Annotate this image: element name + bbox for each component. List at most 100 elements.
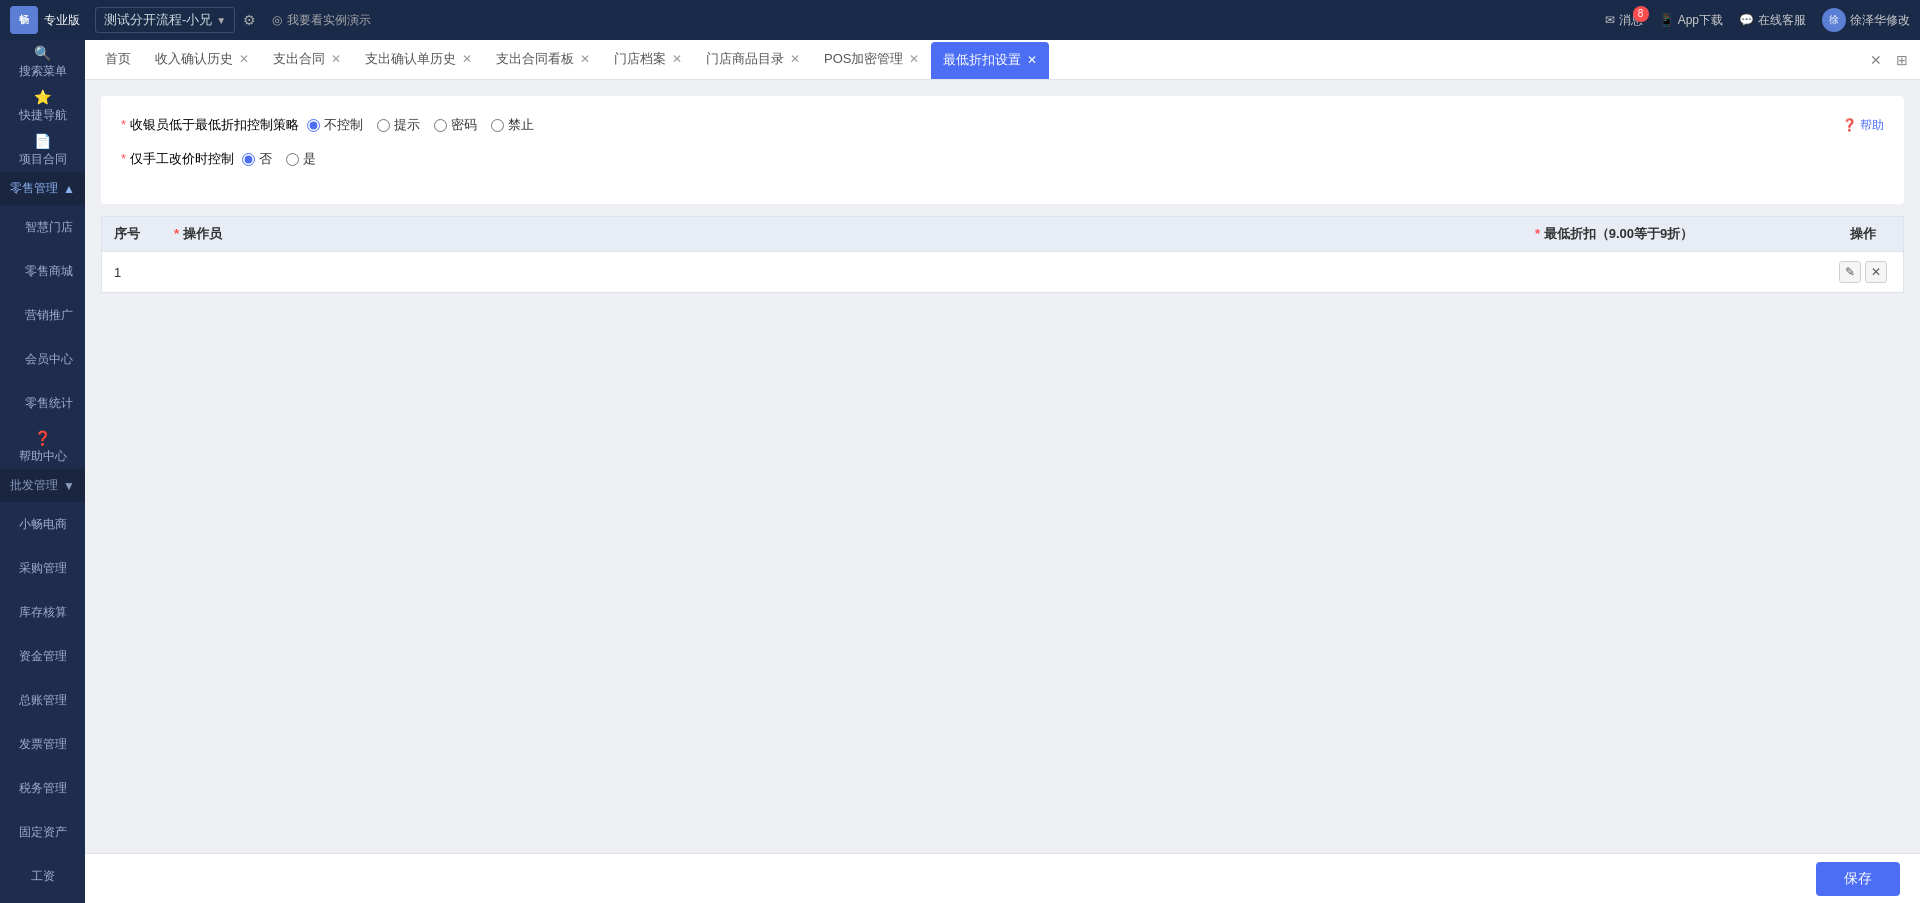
sidebar-label-inventory: 库存核算: [19, 604, 67, 621]
project-selector[interactable]: 测试分开流程-小兄 ▼: [95, 7, 235, 33]
sidebar-item-smart-store[interactable]: 智慧门店: [0, 205, 85, 249]
tab-store-products-label: 门店商品目录: [706, 50, 784, 68]
app-download-label: App下载: [1678, 12, 1723, 29]
discount-policy-label: * 收银员低于最低折扣控制策略: [121, 116, 299, 134]
sidebar-item-tax[interactable]: 税务管理: [0, 766, 85, 810]
tab-expense-board-label: 支出合同看板: [496, 50, 574, 68]
app-download-button[interactable]: 📱 App下载: [1659, 12, 1723, 29]
sidebar-label-marketing: 营销推广: [25, 307, 73, 324]
sidebar-item-payroll[interactable]: 工资: [0, 854, 85, 898]
radio-password[interactable]: 密码: [434, 116, 477, 134]
edit-row-button[interactable]: ✎: [1839, 261, 1861, 283]
tab-min-discount-close[interactable]: ✕: [1027, 53, 1037, 67]
search-icon: 🔍: [34, 45, 51, 61]
user-name: 徐泽华修改: [1850, 12, 1910, 29]
tab-expense-board[interactable]: 支出合同看板 ✕: [484, 41, 602, 79]
radio-forbidden-input[interactable]: [491, 119, 504, 132]
tab-expense-contract-label: 支出合同: [273, 50, 325, 68]
sidebar-item-wholesale[interactable]: 批发管理 ▼: [0, 469, 85, 502]
retail-arrow-icon: ▲: [63, 182, 75, 196]
radio-manual-no[interactable]: 否: [242, 150, 272, 168]
sidebar-item-finance[interactable]: 资金管理: [0, 634, 85, 678]
sidebar-label-project: 项目合同: [19, 151, 67, 168]
sidebar-item-purchase[interactable]: 采购管理: [0, 546, 85, 590]
table-header: 序号 * 操作员 * 最低折扣（9.00等于9折） 操作: [101, 216, 1904, 252]
help-link[interactable]: ❓ 帮助: [1842, 117, 1884, 134]
demo-link[interactable]: ◎ 我要看实例演示: [272, 12, 371, 29]
table-row: 1 ✎ ✕: [102, 252, 1903, 292]
radio-prompt[interactable]: 提示: [377, 116, 420, 134]
tab-store-products-close[interactable]: ✕: [790, 52, 800, 66]
radio-prompt-input[interactable]: [377, 119, 390, 132]
tab-expense-contract[interactable]: 支出合同 ✕: [261, 41, 353, 79]
radio-no-control-input[interactable]: [307, 119, 320, 132]
sidebar-item-assets[interactable]: 固定资产: [0, 810, 85, 854]
sidebar-item-marketing[interactable]: 营销推广: [0, 293, 85, 337]
sidebar-item-retail-stats[interactable]: 零售统计: [0, 381, 85, 425]
tab-store-files-label: 门店档案: [614, 50, 666, 68]
sidebar-item-project[interactable]: 📄 项目合同: [0, 128, 85, 172]
sidebar-label-finance: 资金管理: [19, 648, 67, 665]
tab-expense-contract-close[interactable]: ✕: [331, 52, 341, 66]
discount-policy-row: * 收银员低于最低折扣控制策略 不控制 提示: [121, 116, 1884, 134]
tab-pos-encryption-close[interactable]: ✕: [909, 52, 919, 66]
delete-row-button[interactable]: ✕: [1865, 261, 1887, 283]
messages-button[interactable]: ✉ 消息 8: [1605, 12, 1643, 29]
sidebar-item-retail[interactable]: 零售管理 ▲: [0, 172, 85, 205]
radio-no-control[interactable]: 不控制: [307, 116, 363, 134]
tab-store-files-close[interactable]: ✕: [672, 52, 682, 66]
sidebar-item-ecommerce[interactable]: 小畅电商: [0, 502, 85, 546]
th-operator-required: *: [174, 226, 183, 241]
td-operator-1: [162, 264, 1523, 280]
radio-forbidden[interactable]: 禁止: [491, 116, 534, 134]
td-discount-1: [1523, 264, 1823, 280]
tab-bar: 首页 收入确认历史 ✕ 支出合同 ✕ 支出确认单历史 ✕ 支出合同看板 ✕ 门店…: [85, 40, 1920, 80]
tab-home[interactable]: 首页: [93, 41, 143, 79]
sidebar-item-help[interactable]: ❓ 帮助中心: [0, 425, 85, 469]
radio-manual-no-input[interactable]: [242, 153, 255, 166]
tab-revenue-history[interactable]: 收入确认历史 ✕: [143, 41, 261, 79]
tab-expense-board-close[interactable]: ✕: [580, 52, 590, 66]
tab-expand-button[interactable]: ⊞: [1892, 50, 1912, 70]
tab-store-products[interactable]: 门店商品目录 ✕: [694, 41, 812, 79]
help-icon: ❓: [34, 430, 51, 446]
th-seq: 序号: [102, 217, 162, 251]
sidebar-label-ledger: 总账管理: [19, 692, 67, 709]
tab-pos-encryption[interactable]: POS加密管理 ✕: [812, 41, 931, 79]
tab-store-files[interactable]: 门店档案 ✕: [602, 41, 694, 79]
settings-icon[interactable]: ⚙: [243, 12, 256, 28]
main-layout: 🔍 搜索菜单 ⭐ 快捷导航 📄 项目合同 零售管理 ▲ 智慧门店 零售商城 营销…: [0, 40, 1920, 903]
sidebar-label-ecommerce: 小畅电商: [19, 516, 67, 533]
radio-manual-yes[interactable]: 是: [286, 150, 316, 168]
sidebar-item-mall[interactable]: 零售商城: [0, 249, 85, 293]
messages-badge: 8: [1633, 6, 1649, 22]
tab-close-button[interactable]: ✕: [1866, 50, 1886, 70]
sidebar-label-help: 帮助中心: [19, 448, 67, 465]
project-name: 测试分开流程-小兄: [104, 11, 212, 29]
tab-min-discount[interactable]: 最低折扣设置 ✕: [931, 42, 1049, 80]
sidebar-item-ledger[interactable]: 总账管理: [0, 678, 85, 722]
tab-expense-confirm-history-close[interactable]: ✕: [462, 52, 472, 66]
radio-password-input[interactable]: [434, 119, 447, 132]
radio-password-label: 密码: [451, 116, 477, 134]
sidebar-settings-button[interactable]: ⚙: [0, 898, 85, 903]
online-service-label: 在线客服: [1758, 12, 1806, 29]
required-star-1: *: [121, 117, 130, 132]
sidebar-item-invoice[interactable]: 发票管理: [0, 722, 85, 766]
save-button[interactable]: 保存: [1816, 862, 1900, 896]
sidebar-item-member[interactable]: 会员中心: [0, 337, 85, 381]
online-service-button[interactable]: 💬 在线客服: [1739, 12, 1806, 29]
user-profile-button[interactable]: 徐 徐泽华修改: [1822, 8, 1910, 32]
sidebar-item-quicknav[interactable]: ⭐ 快捷导航: [0, 84, 85, 128]
sidebar-label-assets: 固定资产: [19, 824, 67, 841]
radio-manual-yes-input[interactable]: [286, 153, 299, 166]
tab-min-discount-label: 最低折扣设置: [943, 51, 1021, 69]
tab-expense-confirm-history[interactable]: 支出确认单历史 ✕: [353, 41, 484, 79]
help-icon: ❓: [1842, 118, 1857, 132]
sidebar-label-payroll: 工资: [31, 868, 55, 885]
top-bar: 畅 专业版 测试分开流程-小兄 ▼ ⚙ ◎ 我要看实例演示 ✉ 消息 8 📱 A…: [0, 0, 1920, 40]
tab-revenue-history-close[interactable]: ✕: [239, 52, 249, 66]
sidebar-item-inventory[interactable]: 库存核算: [0, 590, 85, 634]
sidebar-item-search[interactable]: 🔍 搜索菜单: [0, 40, 85, 84]
sidebar-label-retail: 零售管理: [10, 180, 58, 197]
